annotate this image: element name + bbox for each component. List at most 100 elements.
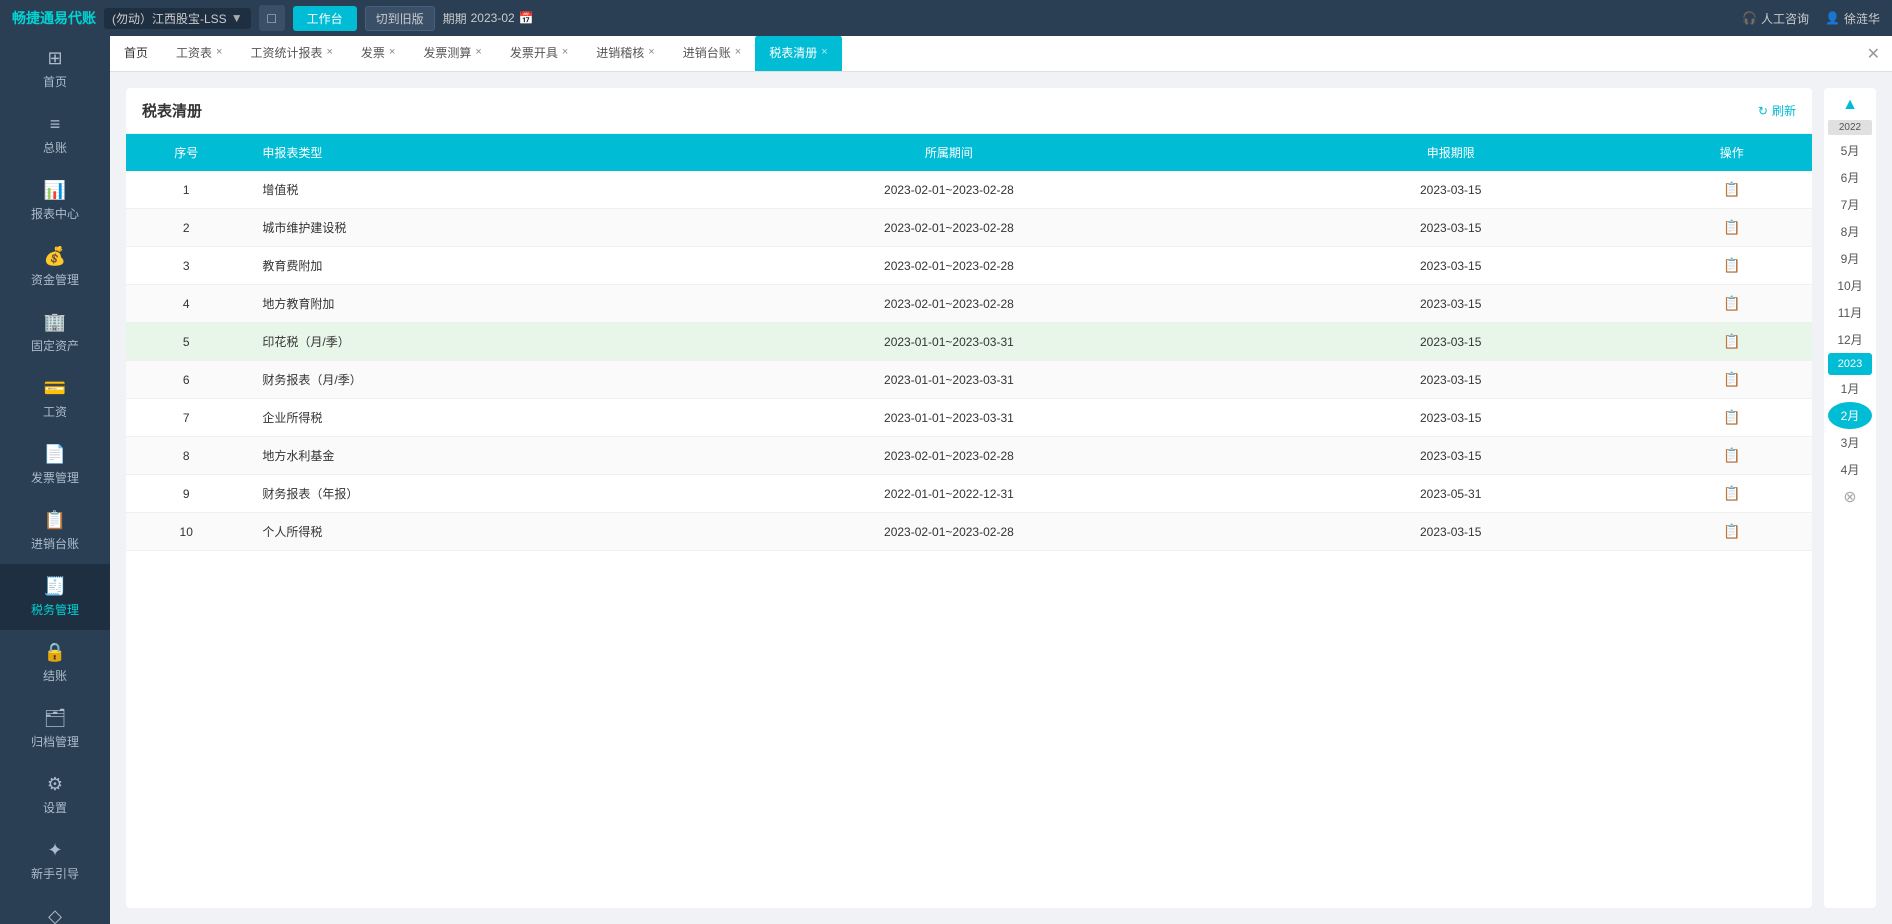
month-2023-1[interactable]: 1月 xyxy=(1828,375,1872,402)
month-2023-3[interactable]: 3月 xyxy=(1828,429,1872,456)
month-2023-4[interactable]: 4月 xyxy=(1828,456,1872,483)
action-icon[interactable]: 📋 xyxy=(1723,409,1740,425)
action-icon[interactable]: 📋 xyxy=(1723,219,1740,235)
cell-action[interactable]: 📋 xyxy=(1651,247,1812,285)
month-2022-6[interactable]: 6月 xyxy=(1828,164,1872,191)
tab-tax-clearance[interactable]: 税表清册 × xyxy=(755,36,841,71)
content-area: 首页 工资表 × 工资统计报表 × 发票 × 发票测算 × 发票开具 × xyxy=(110,36,1892,924)
cell-no: 1 xyxy=(126,171,246,209)
cell-action[interactable]: 📋 xyxy=(1651,323,1812,361)
month-2023-2[interactable]: 2月 xyxy=(1828,402,1872,429)
sidebar-item-archive[interactable]: 🗂 归档管理 xyxy=(0,696,110,762)
user-menu[interactable]: 👤 徐涟华 xyxy=(1825,10,1880,27)
month-2022-10[interactable]: 10月 xyxy=(1828,272,1872,299)
month-2022-5[interactable]: 5月 xyxy=(1828,137,1872,164)
tab-close-wages-table[interactable]: × xyxy=(216,46,222,58)
cell-type: 教育费附加 xyxy=(246,247,647,285)
month-2022-7[interactable]: 7月 xyxy=(1828,191,1872,218)
month-2022-11[interactable]: 11月 xyxy=(1828,299,1872,326)
cell-action[interactable]: 📋 xyxy=(1651,209,1812,247)
panel-collapse-button[interactable]: ⊗ xyxy=(1828,483,1872,511)
cell-action[interactable]: 📋 xyxy=(1651,513,1812,551)
cell-no: 8 xyxy=(126,437,246,475)
tab-close-wages-stats[interactable]: × xyxy=(326,46,332,58)
month-2022-9[interactable]: 9月 xyxy=(1828,245,1872,272)
sidebar-item-invoices[interactable]: 📄 发票管理 xyxy=(0,432,110,498)
tab-wages-table[interactable]: 工资表 × xyxy=(162,36,236,71)
cell-period: 2023-02-01~2023-02-28 xyxy=(648,209,1250,247)
action-icon[interactable]: 📋 xyxy=(1723,181,1740,197)
cell-no: 7 xyxy=(126,399,246,437)
sidebar-item-tax[interactable]: 🧾 税务管理 xyxy=(0,564,110,630)
company-edit-button[interactable]: □ xyxy=(259,5,285,31)
sidebar-item-vip[interactable]: ◇ 畅会员 xyxy=(0,894,110,924)
sidebar-item-funds[interactable]: 💰 资金管理 xyxy=(0,234,110,300)
sidebar-item-ledger[interactable]: ≡ 总账 xyxy=(0,102,110,168)
sidebar-label-invoices: 发票管理 xyxy=(31,469,79,486)
sidebar-item-close[interactable]: 🔒 结账 xyxy=(0,630,110,696)
tab-label-tax-clearance: 税表清册 xyxy=(769,44,817,61)
month-2022-12[interactable]: 12月 xyxy=(1828,326,1872,353)
sidebar-item-settings[interactable]: ⚙ 设置 xyxy=(0,762,110,828)
tab-invoice-calc[interactable]: 发票测算 × xyxy=(409,36,495,71)
action-icon[interactable]: 📋 xyxy=(1723,371,1740,387)
sidebar-label-ledger: 总账 xyxy=(43,139,67,156)
action-icon[interactable]: 📋 xyxy=(1723,295,1740,311)
cell-action[interactable]: 📋 xyxy=(1651,171,1812,209)
cell-action[interactable]: 📋 xyxy=(1651,361,1812,399)
cell-no: 4 xyxy=(126,285,246,323)
refresh-button[interactable]: ↻ 刷新 xyxy=(1758,102,1796,119)
tab-invoices[interactable]: 发票 × xyxy=(347,36,409,71)
action-icon[interactable]: 📋 xyxy=(1723,523,1740,539)
tab-close-invoice-calc[interactable]: × xyxy=(475,46,481,58)
sidebar-label-settings: 设置 xyxy=(43,799,67,816)
cell-action[interactable]: 📋 xyxy=(1651,475,1812,513)
cell-period: 2023-01-01~2023-03-31 xyxy=(648,399,1250,437)
col-no: 序号 xyxy=(126,134,246,171)
tab-label-invoice-calc: 发票测算 xyxy=(423,44,471,61)
cell-action[interactable]: 📋 xyxy=(1651,285,1812,323)
tab-bar-close-button[interactable]: ✕ xyxy=(1855,44,1892,64)
tab-wages-stats[interactable]: 工资统计报表 × xyxy=(236,36,346,71)
workbench-button[interactable]: 工作台 xyxy=(293,6,357,31)
tab-invoice-open[interactable]: 发票开具 × xyxy=(496,36,582,71)
tab-close-purchase-ledger[interactable]: × xyxy=(735,46,741,58)
cell-no: 6 xyxy=(126,361,246,399)
action-icon[interactable]: 📋 xyxy=(1723,485,1740,501)
sidebar-item-reports[interactable]: 📊 报表中心 xyxy=(0,168,110,234)
month-2022-8[interactable]: 8月 xyxy=(1828,218,1872,245)
switch-old-version-button[interactable]: 切到旧版 xyxy=(365,6,435,31)
sidebar-item-assets[interactable]: 🏢 固定资产 xyxy=(0,300,110,366)
tab-close-invoice-open[interactable]: × xyxy=(562,46,568,58)
sidebar-item-wages[interactable]: 💳 工资 xyxy=(0,366,110,432)
user-service-button[interactable]: 🎧 人工咨询 xyxy=(1742,10,1809,27)
cell-action[interactable]: 📋 xyxy=(1651,399,1812,437)
action-icon[interactable]: 📋 xyxy=(1723,257,1740,273)
tab-close-tax-clearance[interactable]: × xyxy=(821,46,827,58)
tab-close-purchase-check[interactable]: × xyxy=(648,46,654,58)
reports-icon: 📊 xyxy=(44,180,66,201)
calendar-icon[interactable]: 📅 xyxy=(519,11,534,25)
tab-close-invoices[interactable]: × xyxy=(389,46,395,58)
tab-purchase-ledger[interactable]: 进销台账 × xyxy=(669,36,755,71)
sidebar-item-newbie[interactable]: ✦ 新手引导 xyxy=(0,828,110,894)
period-nav-up-button[interactable]: ▲ xyxy=(1828,92,1872,118)
table-row: 1增值税2023-02-01~2023-02-282023-03-15📋 xyxy=(126,171,1812,209)
action-icon[interactable]: 📋 xyxy=(1723,333,1740,349)
sidebar-item-reconcile[interactable]: 📋 进销台账 xyxy=(0,498,110,564)
tab-purchase-check[interactable]: 进销稽核 × xyxy=(582,36,668,71)
archive-icon: 🗂 xyxy=(44,708,67,729)
cell-no: 5 xyxy=(126,323,246,361)
cell-no: 10 xyxy=(126,513,246,551)
action-icon[interactable]: 📋 xyxy=(1723,447,1740,463)
cell-action[interactable]: 📋 xyxy=(1651,437,1812,475)
sidebar-item-home[interactable]: ⊞ 首页 xyxy=(0,36,110,102)
headset-icon: 🎧 xyxy=(1742,11,1757,25)
top-bar-right: 🎧 人工咨询 👤 徐涟华 xyxy=(1742,10,1880,27)
top-bar: 畅捷通易代账 (勿动）江西股宝-LSS ▼ □ 工作台 切到旧版 期期 2023… xyxy=(0,0,1892,36)
tab-label-home: 首页 xyxy=(124,44,148,61)
assets-icon: 🏢 xyxy=(44,312,66,333)
company-selector[interactable]: (勿动）江西股宝-LSS ▼ xyxy=(104,8,251,29)
table-row: 5印花税（月/季）2023-01-01~2023-03-312023-03-15… xyxy=(126,323,1812,361)
tab-home[interactable]: 首页 xyxy=(110,36,162,71)
